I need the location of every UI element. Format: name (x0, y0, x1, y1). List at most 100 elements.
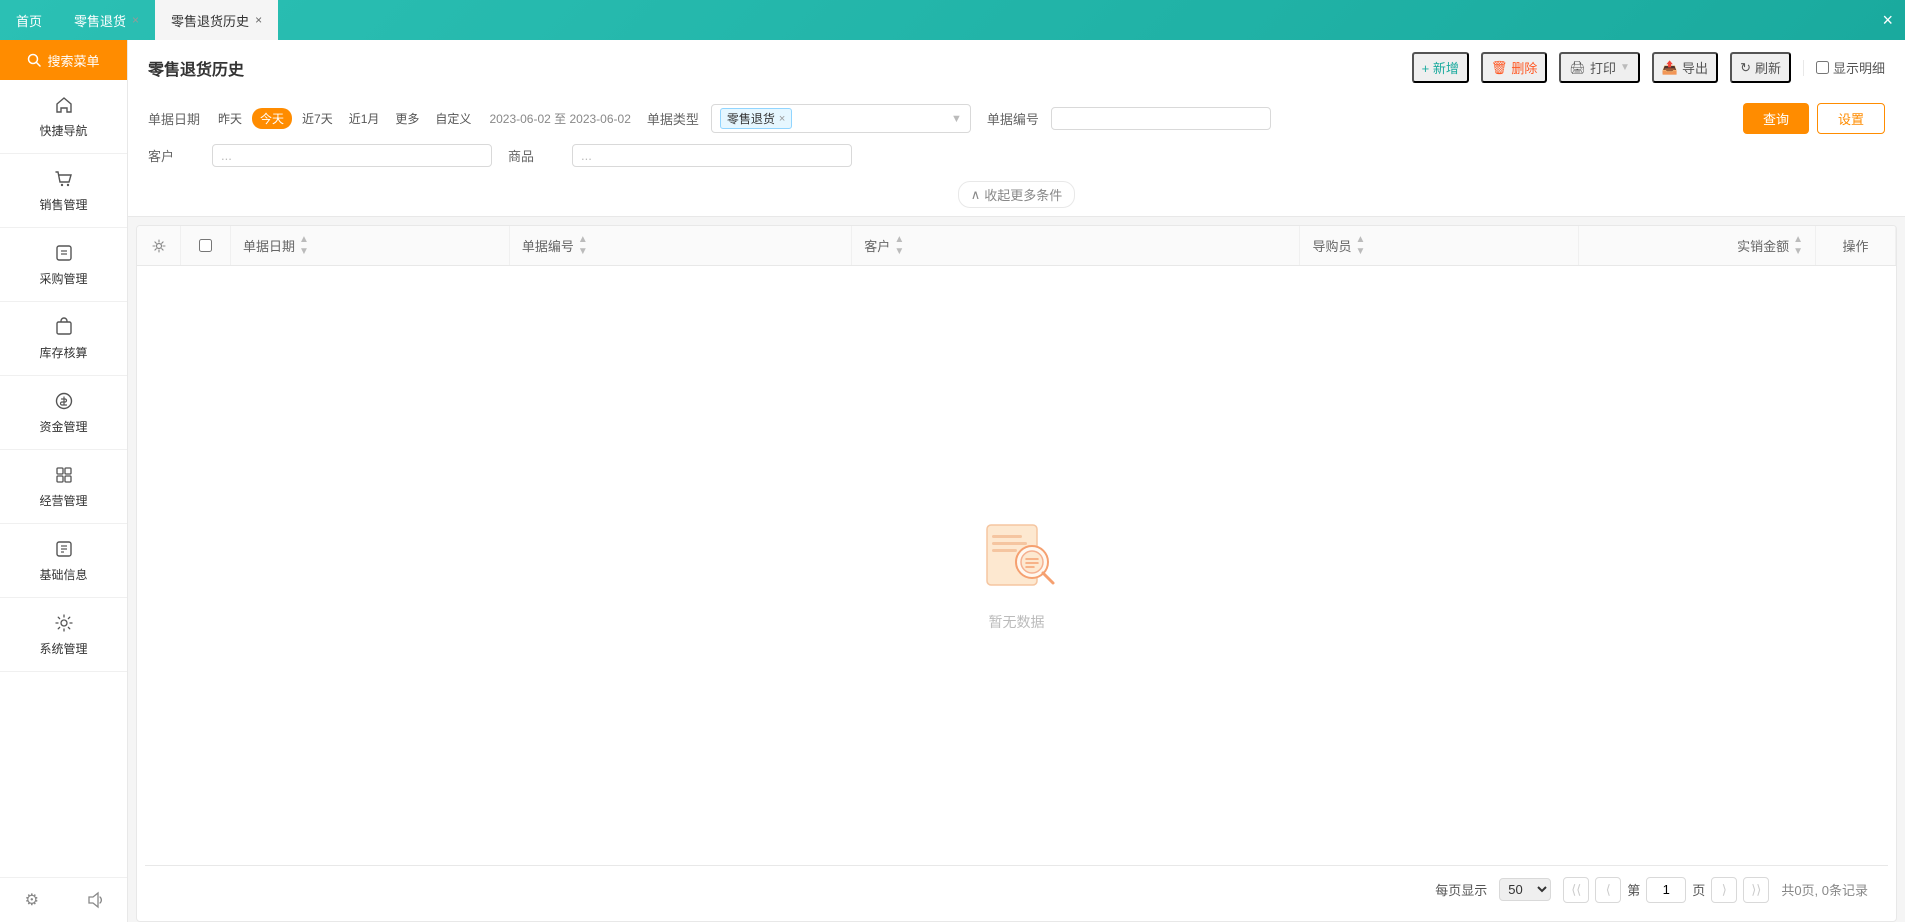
th-amount[interactable]: 实销金额 ▲▼ (1579, 226, 1816, 265)
pager: ⟨⟨ ⟨ 第 页 ⟩ ⟩⟩ (1563, 877, 1769, 903)
toolbar: + 新增 🗑 删除 🖨 打印 ▼ 📤 导出 (1412, 52, 1885, 83)
sidebar-item-quick-nav[interactable]: 快捷导航 (0, 80, 127, 154)
sidebar-item-finance[interactable]: 资金管理 (0, 376, 127, 450)
delete-button[interactable]: 🗑 删除 (1481, 52, 1548, 83)
select-all-checkbox[interactable] (199, 239, 212, 252)
number-filter-input[interactable] (1051, 107, 1271, 130)
th-number[interactable]: 单据编号 ▲▼ (510, 226, 852, 265)
query-button[interactable]: 查询 (1743, 103, 1809, 134)
date-btn-more[interactable]: 更多 (389, 108, 425, 129)
content-area: 零售退货历史 + 新增 🗑 删除 🖨 打印 ▼ 📤 (128, 40, 1905, 922)
date-btn-yesterday[interactable]: 昨天 (212, 108, 248, 129)
pager-next-button[interactable]: ⟩ (1711, 877, 1737, 903)
refresh-icon: ↻ (1740, 60, 1751, 76)
action-buttons: 查询 设置 (1743, 103, 1885, 134)
tab-retail-return[interactable]: 零售退货 × (58, 0, 155, 40)
filter-settings-button[interactable]: 设置 (1817, 103, 1885, 134)
tab-home[interactable]: 首页 (0, 0, 58, 40)
filter-section: 单据日期 昨天 今天 近7天 近1月 更多 自定义 2023-06-02 至 2… (148, 103, 1885, 177)
pager-page-input[interactable] (1646, 877, 1686, 903)
purchase-icon (53, 242, 75, 264)
print-button[interactable]: 🖨 打印 ▼ (1559, 52, 1639, 83)
type-filter-select[interactable]: 零售退货 × ▼ (711, 104, 971, 133)
date-filter-label: 单据日期 (148, 109, 204, 128)
date-btn-1month[interactable]: 近1月 (343, 108, 386, 129)
empty-illustration: 暂无数据 (967, 500, 1067, 632)
th-customer[interactable]: 客户 ▲▼ (852, 226, 1300, 265)
filter-row-2: 客户 ... 商品 ... (148, 144, 1885, 167)
th-guide[interactable]: 导购员 ▲▼ (1300, 226, 1579, 265)
table-header: 单据日期 ▲▼ 单据编号 ▲▼ 客户 ▲▼ 导购员 ▲▼ 实销金额 ▲▼ (137, 226, 1896, 266)
filter-col-left: 单据日期 昨天 今天 近7天 近1月 更多 自定义 2023-06-02 至 2… (148, 103, 1885, 177)
window-close-button[interactable]: × (1882, 10, 1893, 31)
filter-number: 单据编号 (987, 107, 1271, 130)
sidebar-settings-button[interactable]: ⚙ (0, 878, 64, 922)
export-icon: 📤 (1662, 60, 1678, 76)
home-icon (53, 94, 75, 116)
empty-icon (967, 500, 1067, 600)
show-detail-checkbox[interactable] (1816, 61, 1829, 74)
date-sort-icon: ▲▼ (299, 234, 309, 257)
empty-text: 暂无数据 (989, 612, 1045, 632)
filter-date: 单据日期 昨天 今天 近7天 近1月 更多 自定义 2023-06-02 至 2… (148, 108, 631, 129)
per-page-select[interactable]: 50 10 20 100 (1499, 878, 1551, 901)
filter-customer: 客户 ... (148, 144, 492, 167)
filter-row-1: 单据日期 昨天 今天 近7天 近1月 更多 自定义 2023-06-02 至 2… (148, 103, 1885, 134)
filter-area: 单据日期 昨天 今天 近7天 近1月 更多 自定义 2023-06-02 至 2… (148, 93, 1885, 216)
print-icon: 🖨 (1569, 60, 1586, 76)
page-header: 零售退货历史 + 新增 🗑 删除 🖨 打印 ▼ 📤 (128, 40, 1905, 217)
finance-icon (53, 390, 75, 412)
date-filter-buttons: 昨天 今天 近7天 近1月 更多 自定义 (212, 108, 477, 129)
date-btn-custom[interactable]: 自定义 (429, 108, 477, 129)
type-filter-label: 单据类型 (647, 109, 703, 128)
print-chevron-icon: ▼ (1620, 62, 1630, 73)
collapse-icon: ∧ (971, 187, 981, 203)
sidebar: 搜索菜单 快捷导航 销售管理 (0, 40, 128, 922)
sidebar-item-inventory[interactable]: 库存核算 (0, 302, 127, 376)
sidebar-item-operation[interactable]: 经营管理 (0, 450, 127, 524)
pager-prev-button[interactable]: ⟨ (1595, 877, 1621, 903)
pager-page-label: 第 (1627, 880, 1640, 899)
customer-filter-label: 客户 (148, 146, 204, 165)
sidebar-item-system-mgmt[interactable]: 系统管理 (0, 598, 127, 672)
type-tag-close[interactable]: × (779, 113, 785, 125)
inventory-icon (53, 316, 75, 338)
customer-filter-input[interactable]: ... (212, 144, 492, 167)
sidebar-search[interactable]: 搜索菜单 (0, 40, 127, 80)
toolbar-divider (1803, 60, 1804, 76)
sidebar-item-basic-info[interactable]: 基础信息 (0, 524, 127, 598)
collapse-row: ∧ 收起更多条件 (148, 177, 1885, 216)
guide-sort-icon: ▲▼ (1356, 234, 1366, 257)
sidebar-audio-button[interactable] (64, 878, 128, 922)
info-icon (53, 538, 75, 560)
pager-first-button[interactable]: ⟨⟨ (1563, 877, 1589, 903)
date-btn-today[interactable]: 今天 (252, 108, 292, 129)
top-bar: 首页 零售退货 × 零售退货历史 × × (0, 0, 1905, 40)
new-button[interactable]: + 新增 (1412, 52, 1469, 83)
th-date[interactable]: 单据日期 ▲▼ (231, 226, 510, 265)
export-button[interactable]: 📤 导出 (1652, 52, 1718, 83)
page-title-row: 零售退货历史 + 新增 🗑 删除 🖨 打印 ▼ 📤 (148, 52, 1885, 83)
table-body: 暂无数据 (137, 266, 1896, 865)
show-detail-checkbox-label[interactable]: 显示明细 (1816, 58, 1885, 77)
refresh-button[interactable]: ↻ 刷新 (1730, 52, 1791, 83)
page-title: 零售退货历史 (148, 56, 244, 80)
collapse-button[interactable]: ∧ 收起更多条件 (958, 181, 1076, 208)
date-btn-7days[interactable]: 近7天 (296, 108, 339, 129)
goods-filter-input[interactable]: ... (572, 144, 852, 167)
tab-retail-return-close[interactable]: × (132, 13, 139, 27)
th-checkbox[interactable] (181, 226, 231, 265)
table-container: 单据日期 ▲▼ 单据编号 ▲▼ 客户 ▲▼ 导购员 ▲▼ 实销金额 ▲▼ (136, 225, 1897, 922)
sidebar-item-purchase-mgmt[interactable]: 采购管理 (0, 228, 127, 302)
sidebar-item-sales-mgmt[interactable]: 销售管理 (0, 154, 127, 228)
delete-icon: 🗑 (1491, 60, 1508, 76)
pagination-bar: 每页显示 50 10 20 100 ⟨⟨ ⟨ 第 页 ⟩ ⟩⟩ 共0页, 0条记… (145, 865, 1888, 913)
filter-type: 单据类型 零售退货 × ▼ (647, 104, 971, 133)
pager-last-button[interactable]: ⟩⟩ (1743, 877, 1769, 903)
tab-retail-return-history[interactable]: 零售退货历史 × (155, 0, 278, 40)
pagination-summary: 共0页, 0条记录 (1781, 880, 1868, 899)
date-range-display: 2023-06-02 至 2023-06-02 (489, 110, 630, 127)
th-settings[interactable] (137, 226, 181, 265)
pager-page-suffix: 页 (1692, 880, 1705, 899)
tab-retail-return-history-close[interactable]: × (255, 13, 262, 27)
